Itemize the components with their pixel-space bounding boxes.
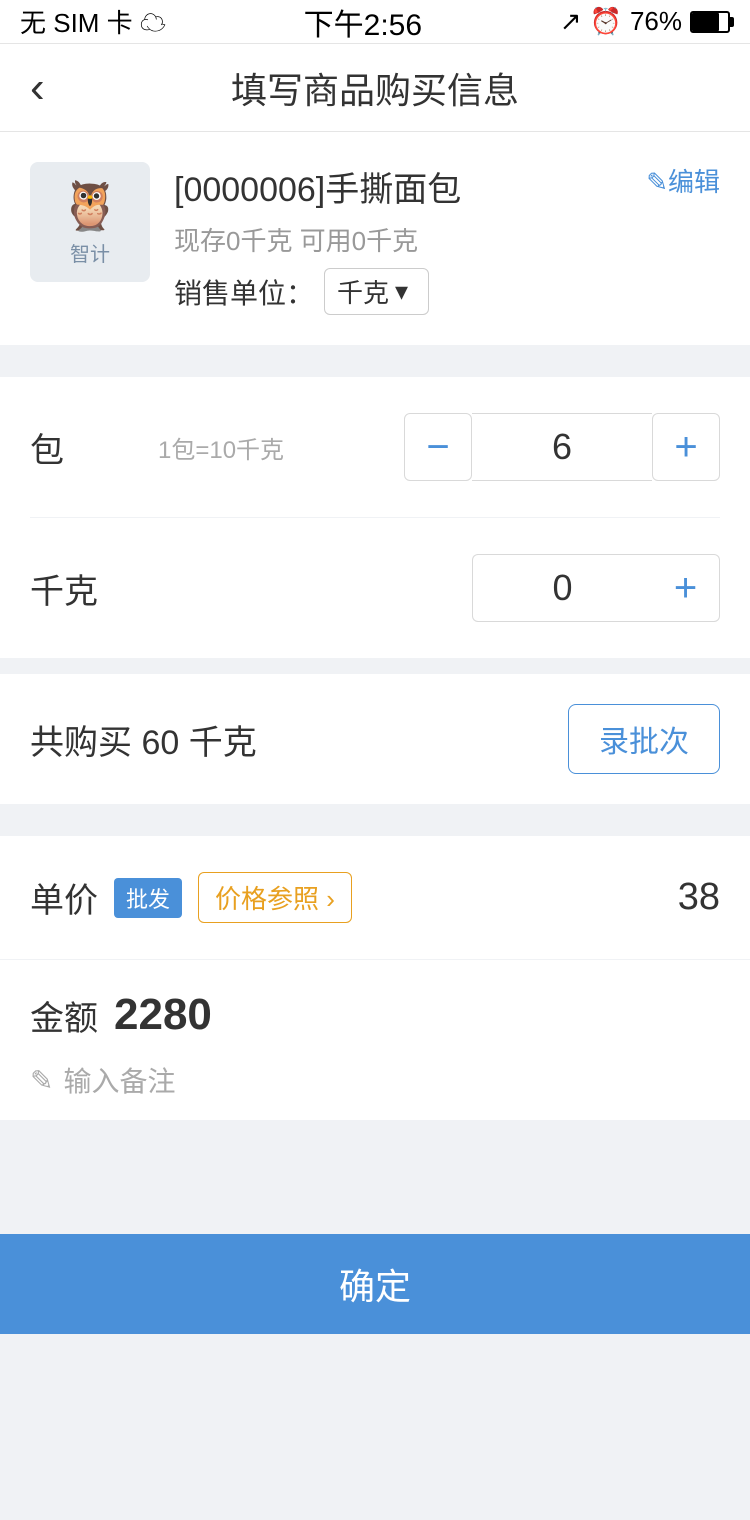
- bao-plus-button[interactable]: +: [652, 413, 720, 481]
- amount-section: 金额 2280 ✎ 输入备注: [0, 960, 750, 1120]
- price-value: 38: [678, 876, 720, 919]
- note-pencil-icon: ✎: [30, 1064, 53, 1097]
- section-divider-3: [0, 804, 750, 820]
- status-bar: 无 SIM 卡 ☁ 下午2:56 ↗ ⏰ 76%: [0, 0, 750, 44]
- product-info: [0000006]手撕面包 ✎编辑 现存0千克 可用0千克 销售单位： 千克 ▾: [174, 162, 720, 315]
- battery-icon: [690, 11, 730, 33]
- unit-label: 销售单位：: [174, 272, 314, 312]
- note-placeholder: 输入备注: [63, 1060, 175, 1100]
- status-left: 无 SIM 卡 ☁: [20, 3, 166, 40]
- price-label: 单价: [30, 873, 98, 922]
- status-right: ↗ ⏰ 76%: [560, 6, 730, 37]
- bao-input[interactable]: [472, 413, 652, 481]
- section-divider-1: [0, 361, 750, 377]
- amount-label: 金额: [30, 991, 98, 1040]
- kg-stepper: +: [472, 554, 720, 622]
- product-unit-row: 销售单位： 千克 ▾: [174, 268, 720, 315]
- kg-label: 千克: [30, 564, 150, 613]
- bao-label: 包: [30, 423, 150, 472]
- edit-button[interactable]: ✎编辑: [646, 162, 720, 199]
- page-title: 填写商品购买信息: [231, 62, 519, 114]
- product-name-row: [0000006]手撕面包 ✎编辑: [174, 162, 720, 211]
- note-row[interactable]: ✎ 输入备注: [30, 1060, 720, 1100]
- kg-plus-button[interactable]: +: [652, 554, 720, 622]
- price-row: 单价 批发 价格参照 › 38: [0, 836, 750, 960]
- product-image: 🦉 智计: [30, 162, 150, 282]
- product-logo-label: 智计: [70, 238, 110, 267]
- nav-bar: ‹ 填写商品购买信息: [0, 44, 750, 132]
- total-section: 共购买 60 千克 录批次: [0, 674, 750, 804]
- unit-value: 千克: [337, 273, 389, 310]
- back-button[interactable]: ‹: [30, 63, 45, 113]
- kg-input[interactable]: [472, 554, 652, 622]
- bao-sublabel: 1包=10千克: [158, 430, 284, 465]
- bao-row: 包 1包=10千克 − +: [30, 377, 720, 518]
- price-type-tag: 批发: [114, 878, 182, 918]
- price-section: 单价 批发 价格参照 › 38: [0, 836, 750, 960]
- amount-row: 金额 2280: [30, 990, 720, 1040]
- product-stock: 现存0千克 可用0千克: [174, 221, 720, 258]
- confirm-button[interactable]: 确定: [0, 1234, 750, 1334]
- dropdown-arrow-icon: ▾: [395, 276, 408, 307]
- product-logo-icon: 🦉: [60, 177, 120, 234]
- product-name: [0000006]手撕面包: [174, 162, 461, 211]
- bao-stepper: − +: [404, 413, 720, 481]
- kg-row: 千克 +: [30, 518, 720, 658]
- location-icon: ↗: [560, 6, 582, 37]
- section-divider-2: [0, 658, 750, 674]
- unit-dropdown[interactable]: 千克 ▾: [324, 268, 429, 315]
- price-ref-button[interactable]: 价格参照 ›: [198, 872, 352, 923]
- alarm-icon: ⏰: [590, 6, 622, 37]
- battery-text: 76%: [630, 6, 682, 37]
- product-card: 🦉 智计 [0000006]手撕面包 ✎编辑 现存0千克 可用0千克 销售单位：…: [0, 132, 750, 345]
- bao-minus-button[interactable]: −: [404, 413, 472, 481]
- input-section: 包 1包=10千克 − + 千克 +: [0, 377, 750, 658]
- amount-value: 2280: [114, 990, 212, 1040]
- total-label: 共购买 60 千克: [30, 715, 257, 764]
- batch-button[interactable]: 录批次: [568, 704, 720, 774]
- signal-text: 无 SIM 卡 ☁: [20, 3, 166, 40]
- status-time: 下午2:56: [304, 0, 422, 44]
